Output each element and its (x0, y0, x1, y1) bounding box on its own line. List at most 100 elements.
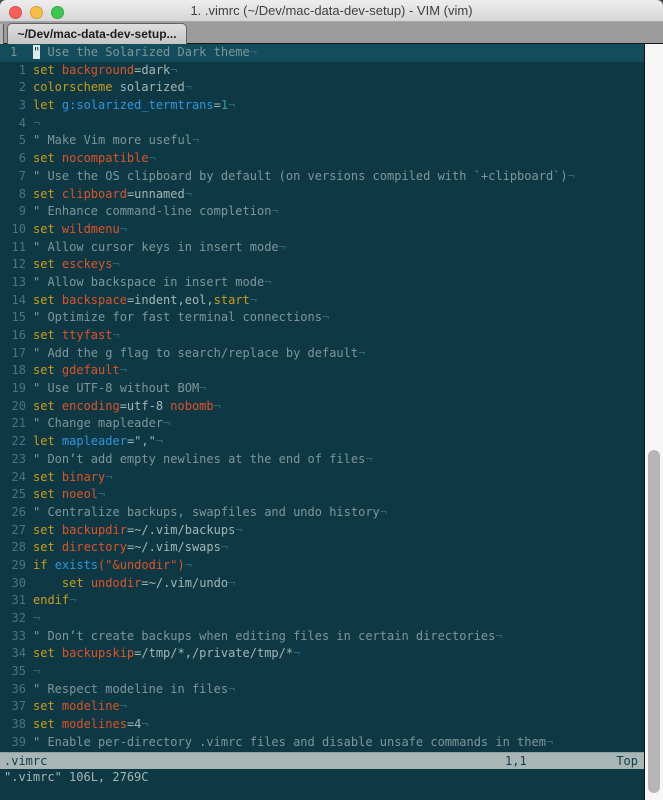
code-line: set gdefault¬ (29, 362, 127, 380)
token-kw: set (33, 540, 62, 555)
token-eol: ¬ (228, 98, 236, 113)
editor-row[interactable]: 16 set ttyfast¬ (0, 327, 644, 345)
code-line: set wildmenu¬ (29, 221, 127, 239)
token-eol: ¬ (321, 310, 330, 325)
statusline-ruler: 1,1 (505, 753, 527, 768)
editor-row[interactable]: 7 " Use the OS clipboard by default (on v… (0, 168, 644, 186)
editor-row[interactable]: 1 set background=dark¬ (0, 62, 644, 80)
minimize-button[interactable] (30, 6, 43, 19)
token-com: " Make Vim more useful (33, 133, 192, 148)
code-line: " Centralize backups, swapfiles and undo… (29, 504, 387, 522)
code-line: ¬ (29, 663, 40, 681)
editor-row[interactable]: 25 set noeol¬ (0, 486, 644, 504)
token-opt: nobomb (170, 398, 214, 413)
code-line: " Add the g flag to search/replace by de… (29, 345, 365, 363)
active-tab[interactable]: ~/Dev/mac-data-dev-setup... (7, 23, 187, 44)
editor-row[interactable]: 6 set nocompatible¬ (0, 150, 644, 168)
editor-row[interactable]: 37 set modeline¬ (0, 698, 644, 716)
line-number: 36 (11, 681, 26, 696)
editor-row[interactable]: 17 " Add the g flag to search/replace by … (0, 345, 644, 363)
code-line: endif¬ (29, 592, 76, 610)
line-number: 17 (11, 345, 26, 360)
editor-row[interactable]: 28 set directory=~/.vim/swaps¬ (0, 539, 644, 557)
line-number: 39 (11, 734, 26, 749)
editor-row[interactable]: 26 " Centralize backups, swapfiles and un… (0, 504, 644, 522)
close-button[interactable] (9, 6, 22, 19)
editor-row[interactable]: 19 " Use UTF-8 without BOM¬ (0, 380, 644, 398)
editor-content[interactable]: 1 " Use the Solarized Dark theme¬ 1 set bac… (0, 44, 644, 800)
editor-row[interactable]: 3 let g:solarized_termtrans=1¬ (0, 97, 644, 115)
code-line: set modelines=4¬ (29, 716, 149, 734)
editor-row[interactable]: 32 ¬ (0, 610, 644, 628)
token-eol: ¬ (141, 717, 149, 732)
token-opt: backupskip (61, 646, 135, 661)
token-opt: directory (61, 540, 127, 555)
editor-row[interactable]: 5 " Make Vim more useful¬ (0, 132, 644, 150)
terminal-area[interactable]: 1 " Use the Solarized Dark theme¬ 1 set bac… (0, 44, 663, 800)
zoom-button[interactable] (51, 6, 64, 19)
scrollbar-thumb[interactable] (648, 450, 660, 793)
inactive-tab-edge[interactable] (0, 24, 4, 44)
token-com: " Centralize backups, swapfiles and undo… (33, 504, 380, 519)
token-eol: ¬ (191, 133, 200, 148)
editor-row[interactable]: 15 " Optimize for fast terminal connectio… (0, 309, 644, 327)
token-eol: ¬ (33, 611, 41, 625)
vim-command-line[interactable]: ".vimrc" 106L, 2769C (0, 769, 644, 787)
editor-row[interactable]: 4 ¬ (0, 115, 644, 133)
editor-row[interactable]: 12 set esckeys¬ (0, 256, 644, 274)
editor-row[interactable]: 31 endif¬ (0, 592, 644, 610)
line-number: 13 (11, 274, 26, 289)
token-eol: ¬ (213, 398, 221, 413)
token-eol: ¬ (228, 575, 236, 590)
token-kw: let (33, 98, 62, 113)
editor-row[interactable]: 8 set clipboard=unnamed¬ (0, 186, 644, 204)
token-kw: set (33, 151, 62, 166)
editor-row[interactable]: 30 set undodir=~/.vim/undo¬ (0, 575, 644, 593)
editor-row[interactable]: 2 colorscheme solarized¬ (0, 79, 644, 97)
editor-row-current[interactable]: 1 " Use the Solarized Dark theme¬ (0, 44, 644, 62)
editor-row[interactable]: 13 " Allow backspace in insert mode¬ (0, 274, 644, 292)
editor-row[interactable]: 39 " Enable per-directory .vimrc files an… (0, 734, 644, 752)
editor-row[interactable]: 14 set backspace=indent,eol,start¬ (0, 292, 644, 310)
editor-row[interactable]: 36 " Respect modeline in files¬ (0, 681, 644, 699)
code-line: " Optimize for fast terminal connections… (29, 309, 329, 327)
editor-row[interactable]: 24 set binary¬ (0, 469, 644, 487)
scrollbar-track[interactable] (644, 44, 663, 800)
editor-row[interactable]: 34 set backupskip=/tmp/*,/private/tmp/*¬ (0, 645, 644, 663)
token-id: mapleader (61, 434, 127, 449)
editor-row[interactable]: 11 " Allow cursor keys in insert mode¬ (0, 239, 644, 257)
code-line: set nocompatible¬ (29, 150, 156, 168)
editor-row[interactable]: 29 if exists("&undodir")¬ (0, 557, 644, 575)
token-opt: noeol (61, 487, 99, 502)
code-line: " Don’t add empty newlines at the end of… (29, 451, 373, 469)
editor-row[interactable]: 38 set modelines=4¬ (0, 716, 644, 734)
line-number: 25 (11, 487, 26, 502)
editor-row[interactable]: 27 set backupdir=~/.vim/backups¬ (0, 522, 644, 540)
editor-row[interactable]: 18 set gdefault¬ (0, 362, 644, 380)
editor-row[interactable]: 23 " Don’t add empty newlines at the end … (0, 451, 644, 469)
title-bar[interactable]: 1. .vimrc (~/Dev/mac-data-dev-setup) - V… (0, 0, 663, 22)
token-kw: set (33, 717, 62, 732)
token-eol: ¬ (249, 292, 257, 307)
editor-row[interactable]: 10 set wildmenu¬ (0, 221, 644, 239)
token-eol: ¬ (148, 151, 156, 166)
editor-row[interactable]: 9 " Enhance command-line completion¬ (0, 203, 644, 221)
token-kw: let (33, 434, 62, 449)
token-val: =indent,eol, (126, 292, 214, 307)
editor-row[interactable]: 33 " Don’t create backups when editing fi… (0, 628, 644, 646)
line-number: 23 (11, 451, 26, 466)
code-line: let g:solarized_termtrans=1¬ (29, 97, 235, 115)
editor-row[interactable]: 21 " Change mapleader¬ (0, 415, 644, 433)
token-eol: ¬ (163, 416, 171, 431)
code-line: set backupdir=~/.vim/backups¬ (29, 522, 243, 540)
line-number: 20 (11, 398, 26, 413)
editor-row[interactable]: 22 let mapleader=","¬ (0, 433, 644, 451)
token-opt: modeline (61, 699, 120, 714)
line-number: 35 (11, 664, 26, 679)
token-com: " Enhance command-line completion (33, 204, 272, 219)
code-line: let mapleader=","¬ (29, 433, 163, 451)
line-number: 31 (11, 593, 26, 608)
editor-row[interactable]: 35 ¬ (0, 663, 644, 681)
token-opt: modelines (61, 717, 127, 732)
editor-row[interactable]: 20 set encoding=utf-8 nobomb¬ (0, 398, 644, 416)
